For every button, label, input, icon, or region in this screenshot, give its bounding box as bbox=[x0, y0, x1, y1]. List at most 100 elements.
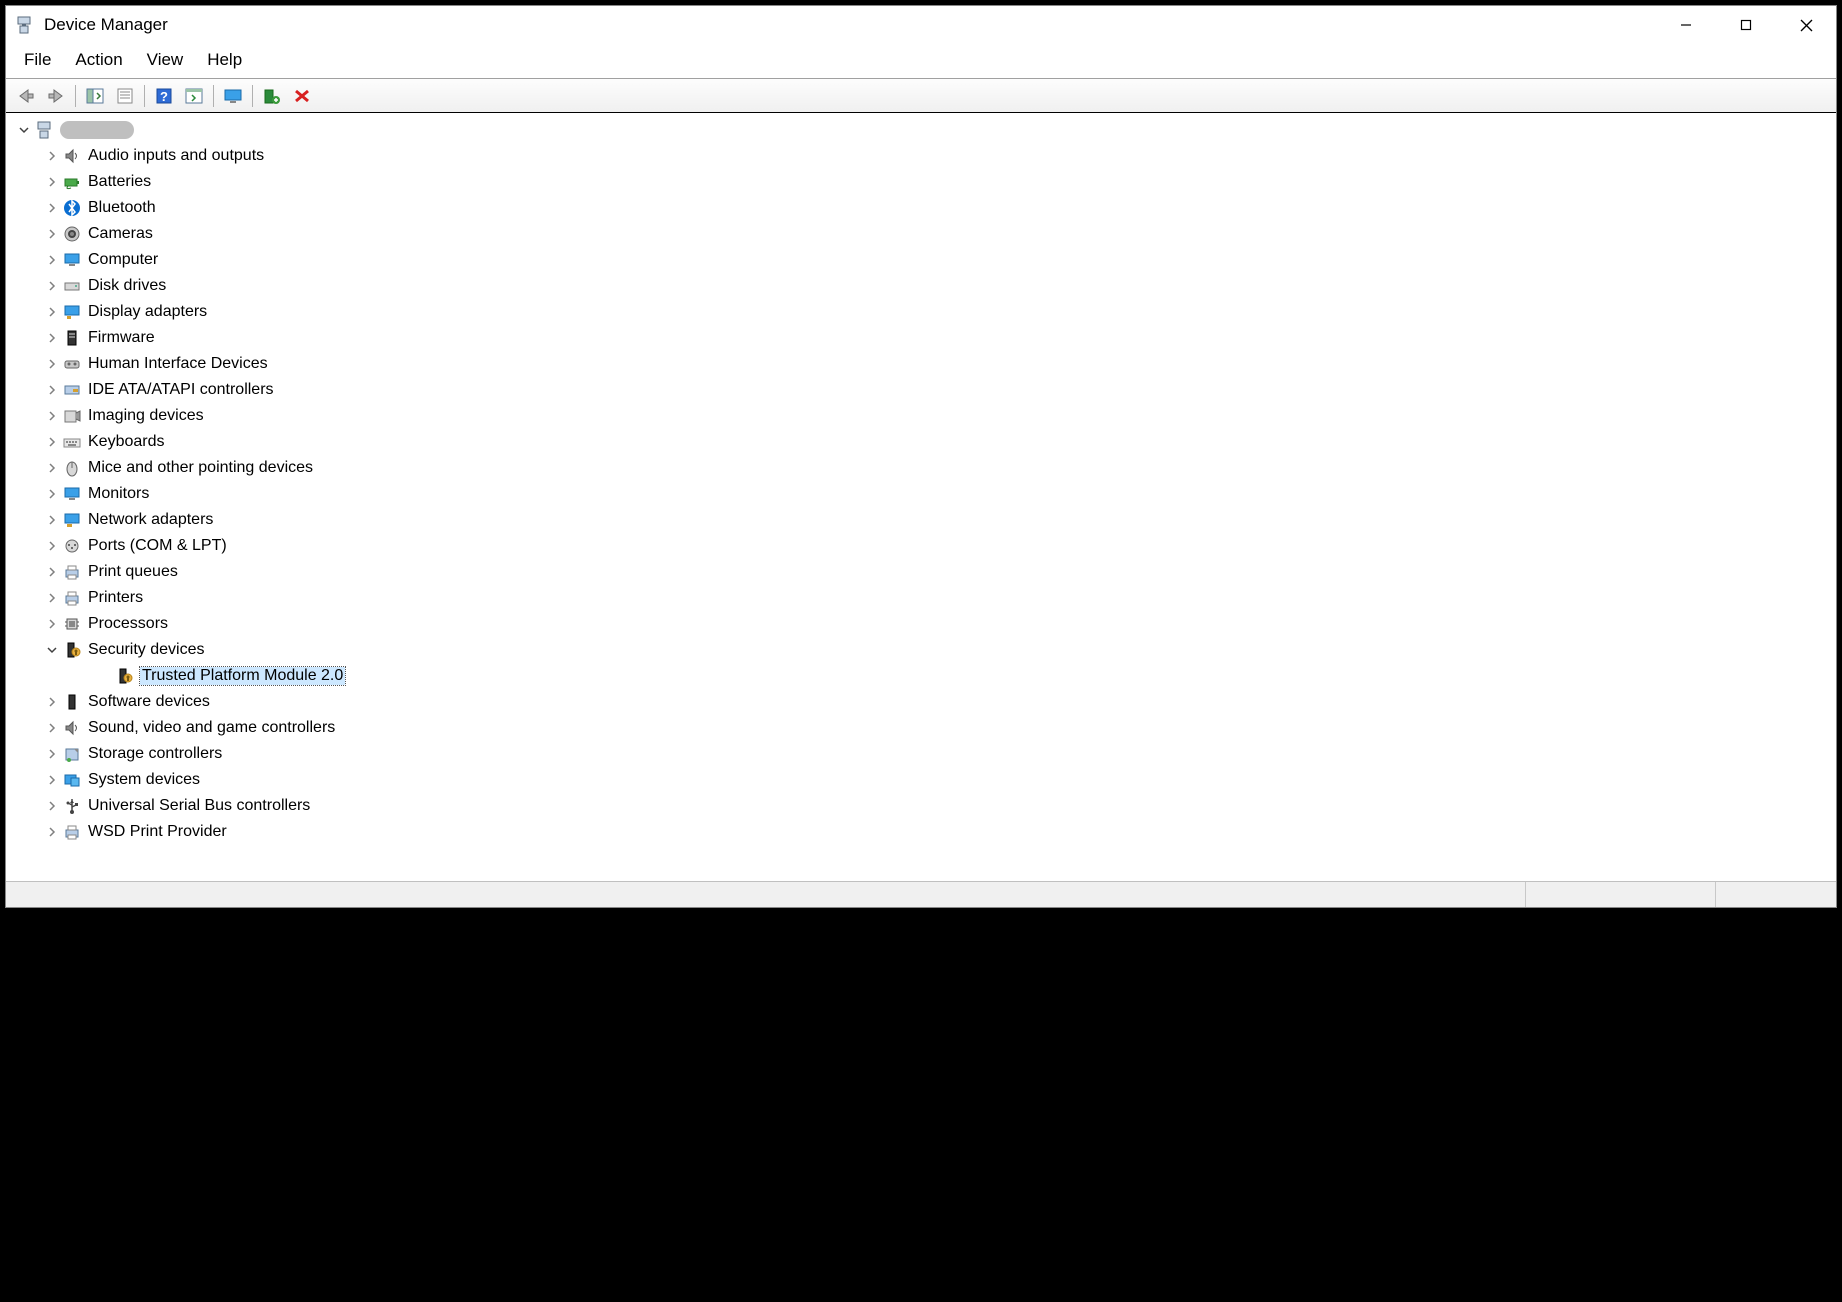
chevron-right-icon[interactable] bbox=[44, 616, 60, 632]
chevron-right-icon[interactable] bbox=[44, 798, 60, 814]
firmware-icon bbox=[62, 328, 82, 348]
tree-category-node[interactable]: Processors bbox=[6, 611, 1836, 637]
cpu-icon bbox=[62, 614, 82, 634]
menu-file[interactable]: File bbox=[12, 46, 63, 74]
tree-category-node[interactable]: Batteries bbox=[6, 169, 1836, 195]
toolbar-properties[interactable] bbox=[111, 83, 139, 109]
tree-category-node[interactable]: IDE ATA/ATAPI controllers bbox=[6, 377, 1836, 403]
device-tree[interactable]: Audio inputs and outputsBatteriesBluetoo… bbox=[6, 113, 1836, 881]
toolbar-scan-hardware[interactable] bbox=[180, 83, 208, 109]
toolbar-show-hide-tree[interactable] bbox=[81, 83, 109, 109]
close-button[interactable] bbox=[1776, 6, 1836, 44]
speaker-icon bbox=[62, 718, 82, 738]
tree-category-node[interactable]: Software devices bbox=[6, 689, 1836, 715]
tree-category-node[interactable]: Monitors bbox=[6, 481, 1836, 507]
chevron-right-icon[interactable] bbox=[44, 486, 60, 502]
chevron-right-icon[interactable] bbox=[44, 252, 60, 268]
tree-node-label: Disk drives bbox=[88, 277, 166, 295]
chevron-right-icon[interactable] bbox=[44, 148, 60, 164]
menu-help[interactable]: Help bbox=[195, 46, 254, 74]
tree-category-node[interactable]: System devices bbox=[6, 767, 1836, 793]
tree-node-label: Software devices bbox=[88, 693, 210, 711]
chevron-down-icon[interactable] bbox=[16, 122, 32, 138]
chevron-right-icon[interactable] bbox=[44, 564, 60, 580]
chevron-right-icon[interactable] bbox=[44, 304, 60, 320]
tree-category-node[interactable]: Cameras bbox=[6, 221, 1836, 247]
tree-category-node[interactable]: Universal Serial Bus controllers bbox=[6, 793, 1836, 819]
tree-category-node[interactable]: WSD Print Provider bbox=[6, 819, 1836, 845]
tree-category-node[interactable]: Imaging devices bbox=[6, 403, 1836, 429]
tree-category-node[interactable]: Mice and other pointing devices bbox=[6, 455, 1836, 481]
chevron-right-icon[interactable] bbox=[44, 226, 60, 242]
toolbar-back[interactable] bbox=[12, 83, 40, 109]
tree-node-label: Computer bbox=[88, 251, 158, 269]
tree-category-node[interactable]: Display adapters bbox=[6, 299, 1836, 325]
toolbar-remote[interactable] bbox=[219, 83, 247, 109]
tree-category-node[interactable]: Security devices bbox=[6, 637, 1836, 663]
chevron-right-icon[interactable] bbox=[44, 408, 60, 424]
tree-category-node[interactable]: Audio inputs and outputs bbox=[6, 143, 1836, 169]
status-cell-mid bbox=[1526, 882, 1716, 907]
tree-category-node[interactable]: Firmware bbox=[6, 325, 1836, 351]
chevron-right-icon[interactable] bbox=[44, 538, 60, 554]
tree-category-node[interactable]: Storage controllers bbox=[6, 741, 1836, 767]
tree-node-label: Display adapters bbox=[88, 303, 207, 321]
statusbar bbox=[6, 881, 1836, 907]
chevron-right-icon[interactable] bbox=[44, 356, 60, 372]
app-icon bbox=[14, 15, 34, 35]
toolbar-uninstall[interactable] bbox=[288, 83, 316, 109]
minimize-button[interactable] bbox=[1656, 6, 1716, 44]
storage-icon bbox=[62, 744, 82, 764]
tree-node-label: Sound, video and game controllers bbox=[88, 719, 335, 737]
chevron-right-icon[interactable] bbox=[44, 772, 60, 788]
chevron-right-icon[interactable] bbox=[44, 694, 60, 710]
chevron-right-icon[interactable] bbox=[44, 382, 60, 398]
tree-category-node[interactable]: Human Interface Devices bbox=[6, 351, 1836, 377]
speaker-icon bbox=[62, 146, 82, 166]
chevron-right-icon[interactable] bbox=[44, 720, 60, 736]
tree-category-node[interactable]: Ports (COM & LPT) bbox=[6, 533, 1836, 559]
tree-node-label: Cameras bbox=[88, 225, 153, 243]
computer-icon bbox=[34, 120, 54, 140]
chevron-right-icon[interactable] bbox=[44, 200, 60, 216]
tree-node-label: Storage controllers bbox=[88, 745, 222, 763]
printer-icon bbox=[62, 562, 82, 582]
toolbar-add-driver[interactable] bbox=[258, 83, 286, 109]
security-icon bbox=[114, 666, 134, 686]
chevron-right-icon[interactable] bbox=[44, 434, 60, 450]
tree-category-node[interactable]: Keyboards bbox=[6, 429, 1836, 455]
tree-node-label: Ports (COM & LPT) bbox=[88, 537, 227, 555]
tree-category-node[interactable]: Sound, video and game controllers bbox=[6, 715, 1836, 741]
tree-category-node[interactable]: Bluetooth bbox=[6, 195, 1836, 221]
chevron-right-icon[interactable] bbox=[44, 174, 60, 190]
chevron-right-icon[interactable] bbox=[44, 590, 60, 606]
menu-action[interactable]: Action bbox=[63, 46, 134, 74]
menubar: File Action View Help bbox=[6, 44, 1836, 79]
tree-category-node[interactable]: Printers bbox=[6, 585, 1836, 611]
tree-category-node[interactable]: Computer bbox=[6, 247, 1836, 273]
printer-icon bbox=[62, 822, 82, 842]
chevron-right-icon[interactable] bbox=[44, 512, 60, 528]
menu-view[interactable]: View bbox=[135, 46, 196, 74]
chevron-right-icon[interactable] bbox=[44, 746, 60, 762]
tree-root-node[interactable] bbox=[6, 117, 1836, 143]
maximize-button[interactable] bbox=[1716, 6, 1776, 44]
toolbar-help[interactable]: ? bbox=[150, 83, 178, 109]
tree-device-node[interactable]: Trusted Platform Module 2.0 bbox=[6, 663, 1836, 689]
toolbar-forward[interactable] bbox=[42, 83, 70, 109]
camera-icon bbox=[62, 224, 82, 244]
tree-category-node[interactable]: Network adapters bbox=[6, 507, 1836, 533]
chevron-right-icon[interactable] bbox=[44, 278, 60, 294]
ide-icon bbox=[62, 380, 82, 400]
tree-node-label: Printers bbox=[88, 589, 143, 607]
chevron-right-icon[interactable] bbox=[44, 824, 60, 840]
tree-category-node[interactable]: Print queues bbox=[6, 559, 1836, 585]
tree-category-node[interactable]: Disk drives bbox=[6, 273, 1836, 299]
properties-icon bbox=[115, 87, 135, 105]
add-driver-icon bbox=[262, 87, 282, 105]
chevron-right-icon[interactable] bbox=[44, 460, 60, 476]
minimize-icon bbox=[1680, 19, 1692, 31]
chevron-right-icon[interactable] bbox=[44, 330, 60, 346]
monitor-icon bbox=[62, 250, 82, 270]
chevron-down-icon[interactable] bbox=[44, 642, 60, 658]
